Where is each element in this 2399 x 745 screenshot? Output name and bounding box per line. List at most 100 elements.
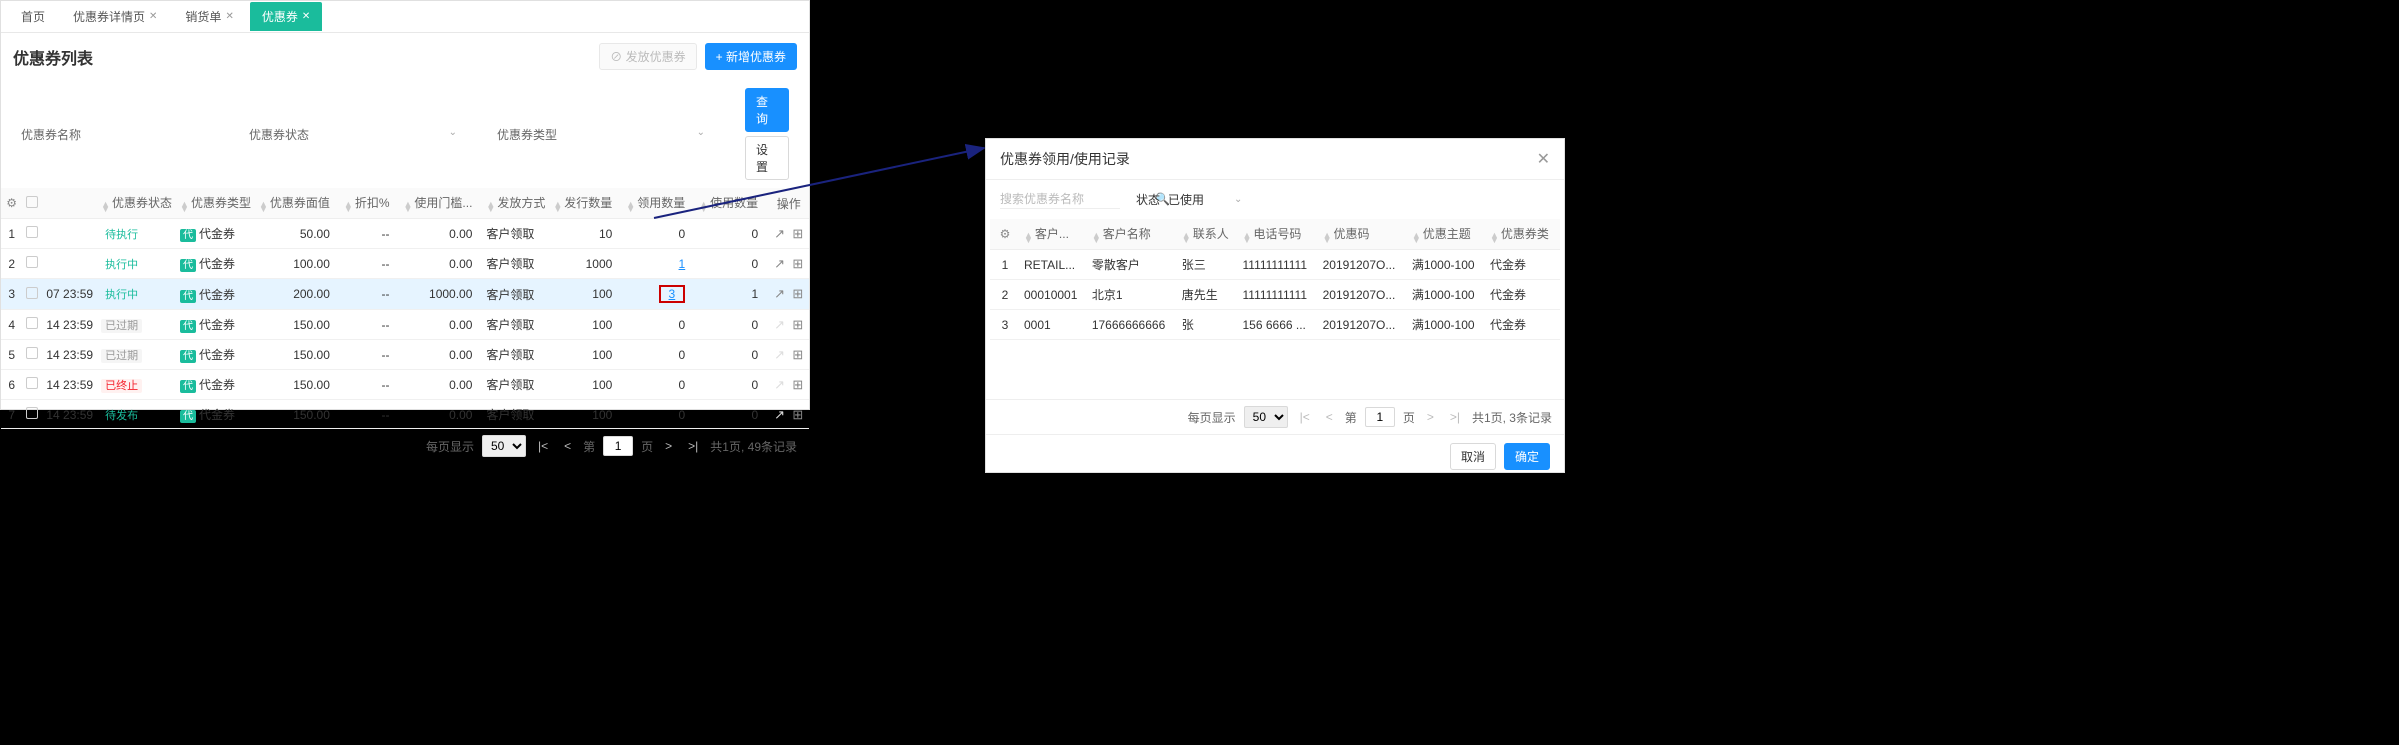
sort-icon[interactable]: ▲▼	[1412, 233, 1421, 243]
close-icon[interactable]: ✕	[302, 11, 310, 22]
page-input[interactable]	[603, 436, 633, 456]
table-row[interactable]: 200010001北京1唐先生1111111111120191207O...满1…	[990, 280, 1560, 310]
next-page-button[interactable]: >	[1423, 410, 1438, 424]
modal-status-select[interactable]: 已使用 ⌄	[1168, 191, 1242, 208]
page-suffix: 页	[641, 438, 653, 455]
qrcode-icon[interactable]: ⊞	[792, 377, 803, 392]
sort-icon[interactable]: ▲▼	[1323, 233, 1332, 243]
table-row[interactable]: 414 23:59已过期代代金券150.00--0.00客户领取10000↗ ⊞	[1, 310, 809, 340]
row-checkbox[interactable]	[26, 377, 38, 389]
per-page-label: 每页显示	[426, 438, 474, 455]
gear-icon[interactable]: ⚙	[1000, 227, 1011, 241]
sort-icon[interactable]: ▲▼	[1182, 233, 1191, 243]
sort-icon[interactable]: ▲▼	[259, 202, 268, 212]
close-icon[interactable]: ✕	[225, 11, 233, 22]
sort-icon[interactable]: ▲▼	[553, 202, 562, 212]
sort-icon[interactable]: ▲▼	[1243, 233, 1252, 243]
tab-优惠券[interactable]: 优惠券 ✕	[250, 2, 322, 31]
per-page-select[interactable]: 50	[482, 435, 526, 457]
filter-name-input[interactable]	[89, 124, 209, 144]
filter-status-label: 优惠券状态	[249, 126, 309, 143]
sort-icon[interactable]: ▲▼	[626, 202, 635, 212]
coupon-table-wrap[interactable]: ⚙▲▼优惠券状态▲▼优惠券类型▲▼优惠券面值▲▼折扣%▲▼使用门槛...▲▼发放…	[1, 188, 809, 428]
row-checkbox[interactable]	[26, 256, 38, 268]
sort-icon[interactable]: ▲▼	[699, 202, 708, 212]
modal-body: ⚙▲▼客户...▲▼客户名称▲▼联系人▲▼电话号码▲▼优惠码▲▼优惠主题▲▼优惠…	[986, 219, 1564, 399]
table-row[interactable]: 307 23:59执行中代代金券200.00--1000.00客户领取10031…	[1, 279, 809, 310]
sort-icon[interactable]: ▲▼	[101, 202, 110, 212]
table-row[interactable]: 2执行中代代金券100.00--0.00客户领取100010↗ ⊞	[1, 249, 809, 279]
qrcode-icon[interactable]: ⊞	[792, 226, 803, 241]
share-icon[interactable]: ↗	[774, 317, 785, 332]
settings-button[interactable]: 设置	[745, 136, 789, 180]
claim-link[interactable]: 1	[679, 257, 686, 271]
row-checkbox[interactable]	[26, 347, 38, 359]
checkbox-all[interactable]	[26, 196, 38, 208]
first-page-button[interactable]: |<	[534, 439, 552, 453]
gear-icon[interactable]: ⚙	[6, 196, 17, 210]
tab-优惠券详情页[interactable]: 优惠券详情页 ✕	[61, 2, 169, 31]
usage-table: ⚙▲▼客户...▲▼客户名称▲▼联系人▲▼电话号码▲▼优惠码▲▼优惠主题▲▼优惠…	[990, 219, 1560, 340]
share-icon[interactable]: ↗	[774, 226, 785, 241]
table-row[interactable]: 3000117666666666张156 6666 ...20191207O..…	[990, 310, 1560, 340]
share-icon[interactable]: ↗	[774, 256, 785, 271]
sort-icon[interactable]: ▲▼	[1024, 233, 1033, 243]
row-checkbox[interactable]	[26, 287, 38, 299]
filter-name-label: 优惠券名称	[21, 126, 81, 143]
table-row[interactable]: 614 23:59已终止代代金券150.00--0.00客户领取10000↗ ⊞	[1, 370, 809, 400]
per-page-select[interactable]: 50	[1244, 406, 1288, 428]
qrcode-icon[interactable]: ⊞	[792, 256, 803, 271]
page-title: 优惠券列表	[13, 45, 93, 69]
page-prefix: 第	[583, 438, 595, 455]
sort-icon[interactable]: ▲▼	[1490, 233, 1499, 243]
sort-icon[interactable]: ▲▼	[1092, 233, 1101, 243]
qrcode-icon[interactable]: ⊞	[792, 286, 803, 301]
filter-status-select[interactable]: ⌄	[317, 127, 457, 141]
modal-filter: 🔍 状态 已使用 ⌄	[986, 180, 1564, 219]
claim-link[interactable]: 3	[669, 287, 676, 301]
next-page-button[interactable]: >	[661, 439, 676, 453]
issue-coupon-button[interactable]: ⊘ 发放优惠券	[599, 43, 696, 70]
close-icon[interactable]: ✕	[149, 11, 157, 22]
last-page-button[interactable]: >|	[684, 439, 702, 453]
modal-search-input[interactable]	[1000, 192, 1155, 206]
first-page-button[interactable]: |<	[1296, 410, 1314, 424]
row-checkbox[interactable]	[26, 407, 38, 419]
cancel-button[interactable]: 取消	[1450, 443, 1496, 470]
coupon-list-panel: 首页优惠券详情页 ✕销货单 ✕优惠券 ✕ 优惠券列表 ⊘ 发放优惠券 + 新增优…	[0, 0, 810, 410]
page-prefix: 第	[1345, 409, 1357, 426]
pager: 每页显示 50 |< < 第 页 > >| 共1页, 49条记录	[1, 428, 809, 463]
close-icon[interactable]: ✕	[1537, 149, 1550, 169]
sort-icon[interactable]: ▲▼	[486, 202, 495, 212]
share-icon[interactable]: ↗	[774, 286, 785, 301]
page-input[interactable]	[1365, 407, 1395, 427]
tab-首页[interactable]: 首页	[9, 2, 57, 31]
prev-page-button[interactable]: <	[560, 439, 575, 453]
sort-icon[interactable]: ▲▼	[180, 202, 189, 212]
add-coupon-button[interactable]: + 新增优惠券	[705, 43, 797, 70]
qrcode-icon[interactable]: ⊞	[792, 407, 803, 422]
table-row[interactable]: 714 23:59待发布代代金券150.00--0.00客户领取10000↗ ⊞	[1, 400, 809, 429]
status-badge: 待执行	[101, 228, 142, 242]
table-row[interactable]: 514 23:59已过期代代金券150.00--0.00客户领取10000↗ ⊞	[1, 340, 809, 370]
sort-icon[interactable]: ▲▼	[344, 202, 353, 212]
filter-type-select[interactable]: ⌄	[565, 127, 705, 141]
table-row[interactable]: 1RETAIL...零散客户张三1111111111120191207O...满…	[990, 250, 1560, 280]
prev-page-button[interactable]: <	[1322, 410, 1337, 424]
share-icon[interactable]: ↗	[774, 377, 785, 392]
type-badge-icon: 代	[180, 259, 196, 272]
ok-button[interactable]: 确定	[1504, 443, 1550, 470]
tab-销货单[interactable]: 销货单 ✕	[173, 2, 245, 31]
coupon-table: ⚙▲▼优惠券状态▲▼优惠券类型▲▼优惠券面值▲▼折扣%▲▼使用门槛...▲▼发放…	[1, 188, 809, 428]
share-icon[interactable]: ↗	[774, 347, 785, 362]
sort-icon[interactable]: ▲▼	[403, 202, 412, 212]
qrcode-icon[interactable]: ⊞	[792, 317, 803, 332]
row-checkbox[interactable]	[26, 317, 38, 329]
row-checkbox[interactable]	[26, 226, 38, 238]
table-row[interactable]: 1待执行代代金券50.00--0.00客户领取1000↗ ⊞	[1, 219, 809, 249]
share-icon[interactable]: ↗	[774, 407, 785, 422]
qrcode-icon[interactable]: ⊞	[792, 347, 803, 362]
pager-summary: 共1页, 49条记录	[710, 438, 797, 455]
query-button[interactable]: 查询	[745, 88, 789, 132]
last-page-button[interactable]: >|	[1446, 410, 1464, 424]
